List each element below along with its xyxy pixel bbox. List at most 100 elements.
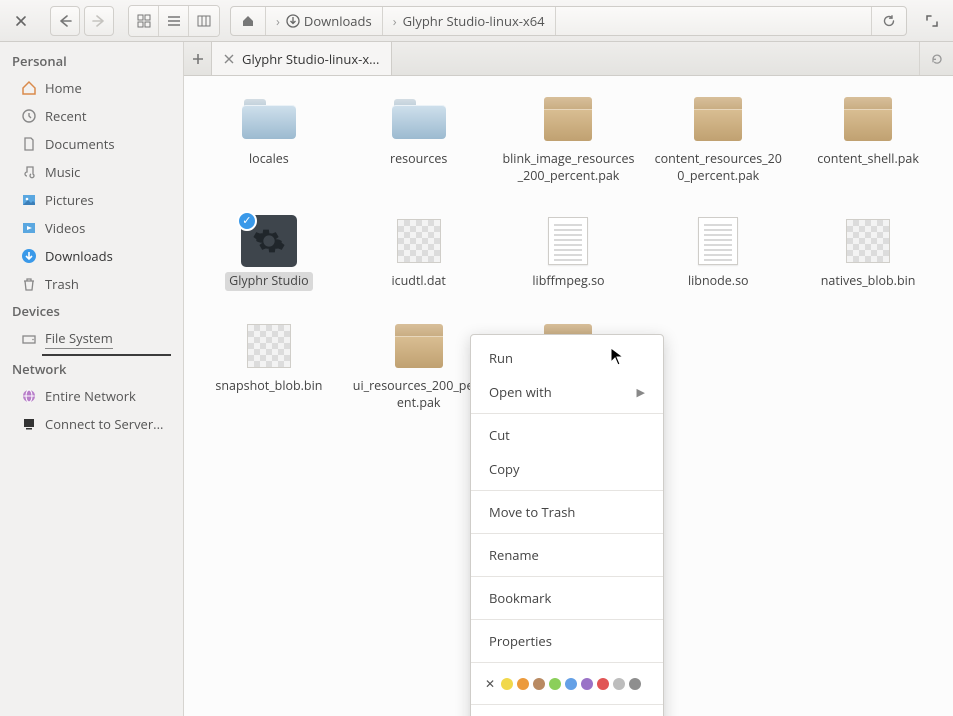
sidebar-item-music[interactable]: Music <box>0 158 183 186</box>
tab-history-button[interactable] <box>919 42 953 75</box>
ctx-rename[interactable]: Rename <box>471 538 663 572</box>
separator <box>471 662 663 663</box>
separator <box>471 533 663 534</box>
file-label: natives_blob.bin <box>817 272 920 291</box>
sidebar-item-filesystem[interactable]: File System <box>0 324 183 354</box>
ctx-run[interactable]: Run <box>471 341 663 375</box>
file-label: resources <box>386 150 451 169</box>
close-tab-button[interactable] <box>224 50 234 68</box>
tab-current[interactable]: Glyphr Studio-linux-x... <box>212 42 392 75</box>
color-tag-dot[interactable] <box>629 678 641 690</box>
ctx-properties[interactable]: Properties <box>471 624 663 658</box>
view-columns-button[interactable] <box>189 6 219 36</box>
close-icon <box>224 54 234 64</box>
file-item-locales[interactable]: locales <box>194 94 344 186</box>
path-downloads[interactable]: › Downloads <box>266 7 383 35</box>
file-item-content_res[interactable]: content_resources_200_percent.pak <box>643 94 793 186</box>
maximize-icon <box>925 14 939 28</box>
view-list-button[interactable] <box>159 6 189 36</box>
new-tab-button[interactable] <box>184 42 212 75</box>
sidebar-heading-personal: Personal <box>0 48 183 74</box>
sidebar-item-connect-server[interactable]: Connect to Server... <box>0 410 183 438</box>
file-label: snapshot_blob.bin <box>211 377 326 396</box>
home-icon <box>21 80 37 96</box>
sidebar-item-label: Connect to Server... <box>45 415 163 433</box>
separator <box>471 413 663 414</box>
color-tag-dot[interactable] <box>501 678 513 690</box>
sidebar-item-documents[interactable]: Documents <box>0 130 183 158</box>
file-label: content_resources_200_percent.pak <box>648 150 788 186</box>
sidebar-item-label: File System <box>45 329 113 349</box>
sidebar-item-home[interactable]: Home <box>0 74 183 102</box>
music-icon <box>21 164 37 180</box>
sidebar: Personal Home Recent Documents Music Pic… <box>0 42 184 716</box>
ctx-compress[interactable]: Compress <box>471 709 663 716</box>
file-item-glyphr[interactable]: ✓Glyphr Studio <box>194 216 344 291</box>
clear-color-button[interactable]: ✕ <box>483 675 497 692</box>
plus-icon <box>192 53 204 65</box>
file-item-libnode[interactable]: libnode.so <box>643 216 793 291</box>
color-tag-dot[interactable] <box>581 678 593 690</box>
color-tag-dot[interactable] <box>565 678 577 690</box>
binary-icon <box>397 219 441 263</box>
path-home[interactable] <box>231 7 266 35</box>
sidebar-item-label: Downloads <box>45 247 113 265</box>
file-label: locales <box>245 150 293 169</box>
sidebar-item-recent[interactable]: Recent <box>0 102 183 130</box>
file-item-natives[interactable]: natives_blob.bin <box>793 216 943 291</box>
color-tag-dot[interactable] <box>597 678 609 690</box>
maximize-button[interactable] <box>917 6 947 36</box>
sidebar-item-downloads[interactable]: Downloads <box>0 242 183 270</box>
ctx-color-tags: ✕ <box>471 667 663 700</box>
file-label: ui_resources_200_percent.pak <box>349 377 489 413</box>
sidebar-item-trash[interactable]: Trash <box>0 270 183 298</box>
ctx-move-trash[interactable]: Move to Trash <box>471 495 663 529</box>
color-tag-dot[interactable] <box>549 678 561 690</box>
color-tag-dot[interactable] <box>517 678 529 690</box>
close-icon <box>15 15 27 27</box>
document-icon <box>548 217 588 265</box>
sidebar-item-videos[interactable]: Videos <box>0 214 183 242</box>
folder-icon <box>242 99 296 139</box>
separator <box>471 619 663 620</box>
back-button[interactable] <box>50 6 80 36</box>
sidebar-item-label: Home <box>45 79 82 97</box>
file-label: icudtl.dat <box>387 272 449 291</box>
file-item-libffmpeg[interactable]: libffmpeg.so <box>494 216 644 291</box>
sidebar-heading-network: Network <box>0 356 183 382</box>
sidebar-item-network[interactable]: Entire Network <box>0 382 183 410</box>
file-item-blink[interactable]: blink_image_resources_200_percent.pak <box>494 94 644 186</box>
check-badge-icon: ✓ <box>237 211 257 231</box>
sidebar-heading-devices: Devices <box>0 298 183 324</box>
ctx-label: Move to Trash <box>489 503 575 521</box>
columns-icon <box>197 15 211 27</box>
refresh-button[interactable] <box>871 7 906 35</box>
view-icons-button[interactable] <box>129 6 159 36</box>
videos-icon <box>21 220 37 236</box>
file-manager-window: › Downloads › Glyphr Studio-linux-x64 Pe… <box>0 0 953 716</box>
separator <box>471 490 663 491</box>
binary-icon <box>247 324 291 368</box>
file-grid[interactable]: locales resources blink_image_resources_20… <box>184 76 953 716</box>
file-item-icudtl[interactable]: icudtl.dat <box>344 216 494 291</box>
ctx-bookmark[interactable]: Bookmark <box>471 581 663 615</box>
file-item-resources[interactable]: resources <box>344 94 494 186</box>
color-tag-dot[interactable] <box>613 678 625 690</box>
pictures-icon <box>21 192 37 208</box>
sidebar-item-label: Trash <box>45 275 79 293</box>
ctx-cut[interactable]: Cut <box>471 418 663 452</box>
ctx-copy[interactable]: Copy <box>471 452 663 486</box>
view-mode-group <box>128 5 220 37</box>
file-item-snapshot[interactable]: snapshot_blob.bin <box>194 321 344 413</box>
refresh-icon <box>882 14 896 28</box>
path-current-folder[interactable]: › Glyphr Studio-linux-x64 <box>383 7 556 35</box>
forward-button[interactable] <box>84 6 114 36</box>
file-item-content_shell[interactable]: content_shell.pak <box>793 94 943 186</box>
sidebar-item-pictures[interactable]: Pictures <box>0 186 183 214</box>
color-tag-dot[interactable] <box>533 678 545 690</box>
ctx-open-with[interactable]: Open with▶ <box>471 375 663 409</box>
path-current-label: Glyphr Studio-linux-x64 <box>403 12 545 30</box>
list-icon <box>167 15 181 27</box>
arrow-left-icon <box>57 15 73 27</box>
close-window-button[interactable] <box>6 6 36 36</box>
